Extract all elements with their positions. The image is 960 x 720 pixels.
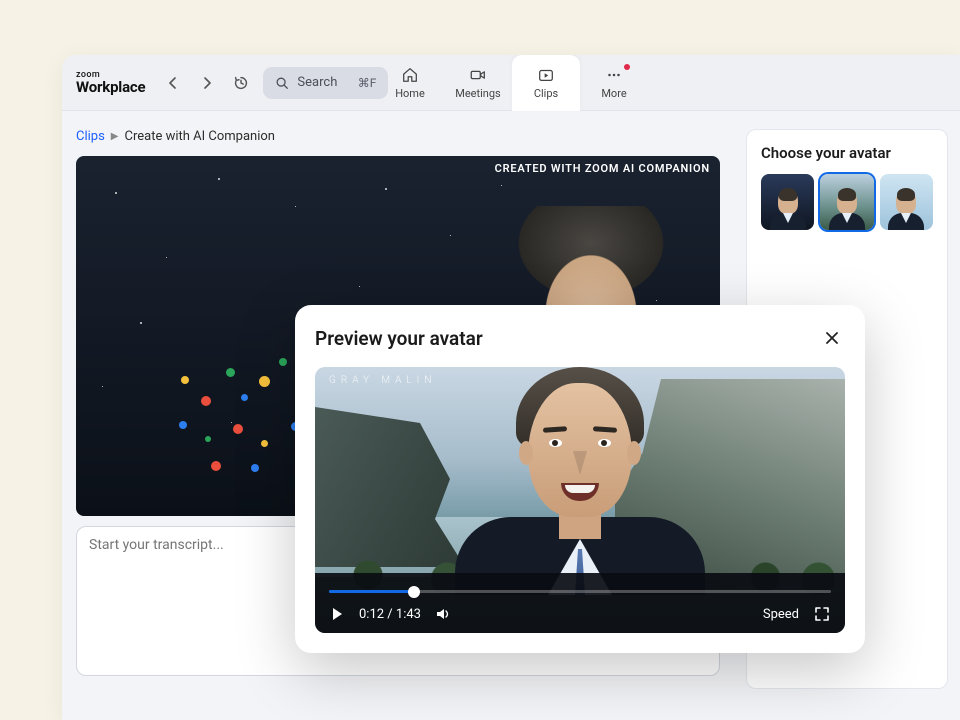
video-icon <box>469 66 487 84</box>
history-button[interactable] <box>229 71 253 95</box>
topbar: zoom Workplace Search ⌘F Home Meetings <box>62 55 960 111</box>
search-icon <box>275 76 289 90</box>
fullscreen-button[interactable] <box>813 605 831 623</box>
notification-dot-icon <box>624 64 630 70</box>
chevron-left-icon <box>167 77 179 89</box>
avatar-option-1[interactable] <box>820 174 873 230</box>
tab-home[interactable]: Home <box>376 55 444 111</box>
tab-meetings[interactable]: Meetings <box>444 55 512 111</box>
speed-button[interactable]: Speed <box>763 607 799 622</box>
tab-home-label: Home <box>395 87 425 100</box>
app-logo: zoom Workplace <box>76 71 145 95</box>
avatar-option-2[interactable] <box>880 174 933 230</box>
search-shortcut: ⌘F <box>358 76 377 90</box>
top-tabs: Home Meetings Clips More <box>376 55 648 111</box>
logo-bottom: Workplace <box>76 80 145 95</box>
tab-meetings-label: Meetings <box>455 87 500 100</box>
avatar-video-preview[interactable]: GRAY MALIN 0:12 / 1:43 <box>315 367 845 633</box>
tab-more[interactable]: More <box>580 55 648 111</box>
time-display: 0:12 / 1:43 <box>359 607 421 622</box>
more-icon <box>605 66 623 84</box>
tab-clips[interactable]: Clips <box>512 55 580 111</box>
avatar-panel-title: Choose your avatar <box>761 144 933 162</box>
close-button[interactable] <box>819 325 845 351</box>
volume-button[interactable] <box>435 606 451 622</box>
modal-header: Preview your avatar <box>315 325 845 351</box>
cliff-left <box>315 407 465 567</box>
search-input[interactable]: Search ⌘F <box>263 67 388 99</box>
avatar-person <box>455 367 705 595</box>
tab-more-label: More <box>601 87 626 100</box>
preview-avatar-modal: Preview your avatar GRAY MALIN <box>295 305 865 653</box>
avatar-list <box>761 174 933 230</box>
video-controls: 0:12 / 1:43 Speed <box>315 573 845 633</box>
forward-button[interactable] <box>195 71 219 95</box>
chevron-right-icon: ▶ <box>111 131 119 142</box>
preview-watermark: GRAY MALIN <box>329 375 436 386</box>
play-button[interactable] <box>329 606 345 622</box>
ai-badge: CREATED WITH ZOOM AI COMPANION <box>495 162 710 175</box>
home-icon <box>401 66 419 84</box>
seek-bar[interactable] <box>329 590 831 593</box>
search-placeholder: Search <box>297 75 337 90</box>
breadcrumb-root[interactable]: Clips <box>76 129 105 144</box>
breadcrumb-current: Create with AI Companion <box>125 129 275 144</box>
avatar-option-0[interactable] <box>761 174 814 230</box>
modal-title: Preview your avatar <box>315 327 483 350</box>
clips-icon <box>537 66 555 84</box>
back-button[interactable] <box>161 71 185 95</box>
close-icon <box>824 330 840 346</box>
chevron-right-icon <box>201 77 213 89</box>
history-icon <box>232 74 250 92</box>
breadcrumb: Clips ▶ Create with AI Companion <box>76 129 732 144</box>
tab-clips-label: Clips <box>534 87 558 100</box>
